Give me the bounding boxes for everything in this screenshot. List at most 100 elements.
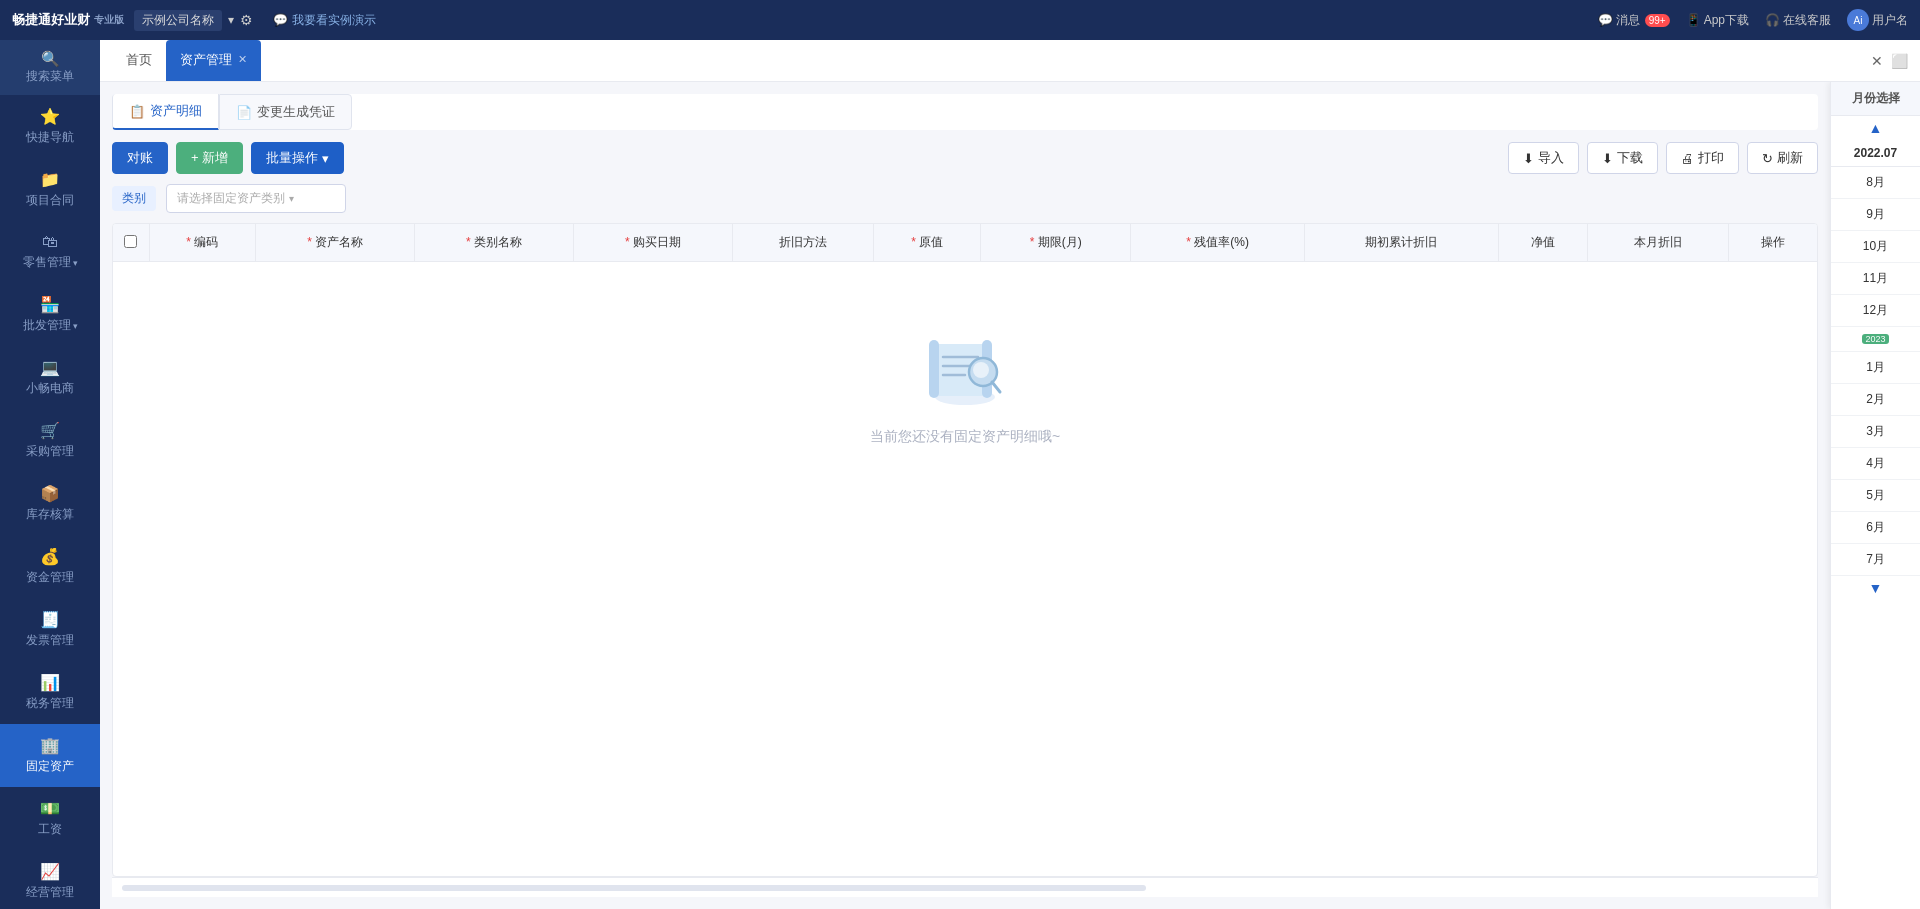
finance-label: 资金管理 (26, 569, 74, 586)
download-label: 下载 (1617, 149, 1643, 167)
tab-close-icon[interactable]: ✕ (238, 53, 247, 66)
demo-link[interactable]: 💬 我要看实例演示 (273, 12, 376, 29)
sidebar-item-wholesale[interactable]: 🏪 批发管理 ▾ (0, 283, 100, 346)
month-item-10[interactable]: 10月 (1831, 231, 1920, 263)
tab-asset[interactable]: 资产管理 ✕ (166, 40, 261, 81)
voucher-tab-icon: 📄 (236, 105, 252, 120)
sidebar-item-retail[interactable]: 🛍 零售管理 ▾ (0, 221, 100, 283)
sidebar-item-salary[interactable]: 💵 工资 (0, 787, 100, 850)
horizontal-scrollbar[interactable] (122, 885, 1146, 891)
col-net-value: 净值 (1498, 224, 1587, 262)
company-selector[interactable]: 示例公司名称 ▾ ⚙ (134, 10, 253, 31)
sidebar-item-asset[interactable]: 🏢 固定资产 (0, 724, 100, 787)
month-item-3[interactable]: 3月 (1831, 416, 1920, 448)
month-item-7[interactable]: 7月 (1831, 544, 1920, 576)
subtab-voucher[interactable]: 📄 变更生成凭证 (219, 94, 352, 130)
import-button[interactable]: ⬇ 导入 (1508, 142, 1579, 174)
month-nav-up[interactable]: ▲ (1831, 116, 1920, 140)
batch-button[interactable]: 批量操作 ▾ (251, 142, 344, 174)
asset-icon: 🏢 (40, 736, 60, 755)
print-button[interactable]: 🖨 打印 (1666, 142, 1739, 174)
svg-line-9 (992, 382, 1000, 392)
sidebar-item-ecommerce[interactable]: 💻 小畅电商 (0, 346, 100, 409)
empty-illustration (915, 322, 1015, 412)
refresh-button[interactable]: ↻ 刷新 (1747, 142, 1818, 174)
main-area: 首页 资产管理 ✕ ✕ ⬜ 📋 资产明细 (100, 40, 1920, 909)
quicknav-label: 快捷导航 (26, 129, 74, 146)
year-2023-badge: 2023 (1831, 327, 1920, 352)
app-logo: 畅捷通好业财 专业版 (12, 11, 124, 29)
online-service-button[interactable]: 🎧 在线客服 (1765, 12, 1831, 29)
month-item-9[interactable]: 9月 (1831, 199, 1920, 231)
download-icon: ⬇ (1602, 151, 1613, 166)
select-all-checkbox[interactable] (124, 235, 137, 248)
demo-icon: 💬 (273, 13, 288, 27)
messages-badge: 99+ (1645, 14, 1670, 27)
import-icon: ⬇ (1523, 151, 1534, 166)
select-all-header[interactable] (113, 224, 149, 262)
year-badge-text: 2023 (1862, 334, 1888, 344)
ecommerce-icon: 💻 (40, 358, 60, 377)
month-item-11[interactable]: 11月 (1831, 263, 1920, 295)
retail-label-wrap: 零售管理 ▾ (23, 254, 78, 271)
sidebar-item-quicknav[interactable]: ⭐ 快捷导航 (0, 95, 100, 158)
refresh-label: 刷新 (1777, 149, 1803, 167)
maximize-window-icon[interactable]: ⬜ (1891, 53, 1908, 69)
batch-dropdown-icon: ▾ (322, 151, 329, 166)
add-label: + 新增 (191, 149, 228, 167)
category-placeholder: 请选择固定资产类别 (177, 190, 285, 207)
message-icon: 💬 (1598, 13, 1613, 27)
app-body: 🔍 搜索菜单 ⭐ 快捷导航 📁 项目合同 🛍 零售管理 ▾ 🏪 批发管理 ▾ (0, 40, 1920, 909)
sidebar-item-purchase[interactable]: 🛒 采购管理 (0, 409, 100, 472)
asset-tab-label: 资产管理 (180, 51, 232, 69)
batch-label: 批量操作 (266, 149, 318, 167)
col-operation: 操作 (1729, 224, 1817, 262)
horizontal-scrollbar-area[interactable] (112, 877, 1818, 897)
purchase-label: 采购管理 (26, 443, 74, 460)
add-button[interactable]: + 新增 (176, 142, 243, 174)
month-item-2[interactable]: 2月 (1831, 384, 1920, 416)
sidebar-item-tax[interactable]: 📊 税务管理 (0, 661, 100, 724)
toolbar-right: ⬇ 导入 ⬇ 下载 🖨 打印 ↻ 刷新 (1508, 142, 1818, 174)
close-window-icon[interactable]: ✕ (1871, 53, 1883, 69)
col-name: * 资产名称 (256, 224, 415, 262)
retail-icon: 🛍 (42, 233, 58, 251)
user-menu[interactable]: Ai 用户名 (1847, 9, 1908, 31)
messages-button[interactable]: 💬 消息 99+ (1598, 12, 1670, 29)
table-header-row: * 编码 * 资产名称 * 类别名称 * 购买日期 折旧方法 * 原值 * 期限… (113, 224, 1817, 262)
tab-home[interactable]: 首页 (112, 40, 166, 81)
sidebar-label-project: 项目合同 (26, 192, 74, 209)
current-year-month: 2022.07 (1831, 140, 1920, 167)
detail-tab-label: 资产明细 (150, 102, 202, 120)
sidebar-item-invoice[interactable]: 🧾 发票管理 (0, 598, 100, 661)
sidebar-item-inventory[interactable]: 📦 库存核算 (0, 472, 100, 535)
reconcile-button[interactable]: 对账 (112, 142, 168, 174)
filter-row: 类别 请选择固定资产类别 ▾ (112, 184, 1818, 213)
category-select[interactable]: 请选择固定资产类别 ▾ (166, 184, 346, 213)
app-download-label: App下载 (1704, 12, 1749, 29)
tax-label: 税务管理 (26, 695, 74, 712)
operation-icon: 📈 (40, 862, 60, 881)
subtab-detail[interactable]: 📋 资产明细 (112, 94, 219, 130)
month-item-5[interactable]: 5月 (1831, 480, 1920, 512)
download-button[interactable]: ⬇ 下载 (1587, 142, 1658, 174)
app-download-button[interactable]: 📱 App下载 (1686, 12, 1749, 29)
category-select-arrow: ▾ (289, 193, 294, 204)
month-item-12[interactable]: 12月 (1831, 295, 1920, 327)
col-code: * 编码 (149, 224, 256, 262)
invoice-label: 发票管理 (26, 632, 74, 649)
wholesale-label: 批发管理 (23, 317, 71, 334)
company-dropdown-icon[interactable]: ▾ (228, 13, 234, 27)
month-item-6[interactable]: 6月 (1831, 512, 1920, 544)
category-filter-label: 类别 (112, 186, 156, 211)
month-item-1[interactable]: 1月 (1831, 352, 1920, 384)
month-item-4[interactable]: 4月 (1831, 448, 1920, 480)
month-nav-down[interactable]: ▼ (1831, 576, 1920, 600)
month-item-8[interactable]: 8月 (1831, 167, 1920, 199)
sidebar-item-finance[interactable]: 💰 资金管理 (0, 535, 100, 598)
search-menu[interactable]: 🔍 搜索菜单 (0, 40, 100, 95)
sidebar-item-operation[interactable]: 📈 经营管理 (0, 850, 100, 909)
sidebar-item-project[interactable]: 📁 项目合同 (0, 158, 100, 221)
inventory-icon: 📦 (40, 484, 60, 503)
settings-icon[interactable]: ⚙ (240, 12, 253, 28)
